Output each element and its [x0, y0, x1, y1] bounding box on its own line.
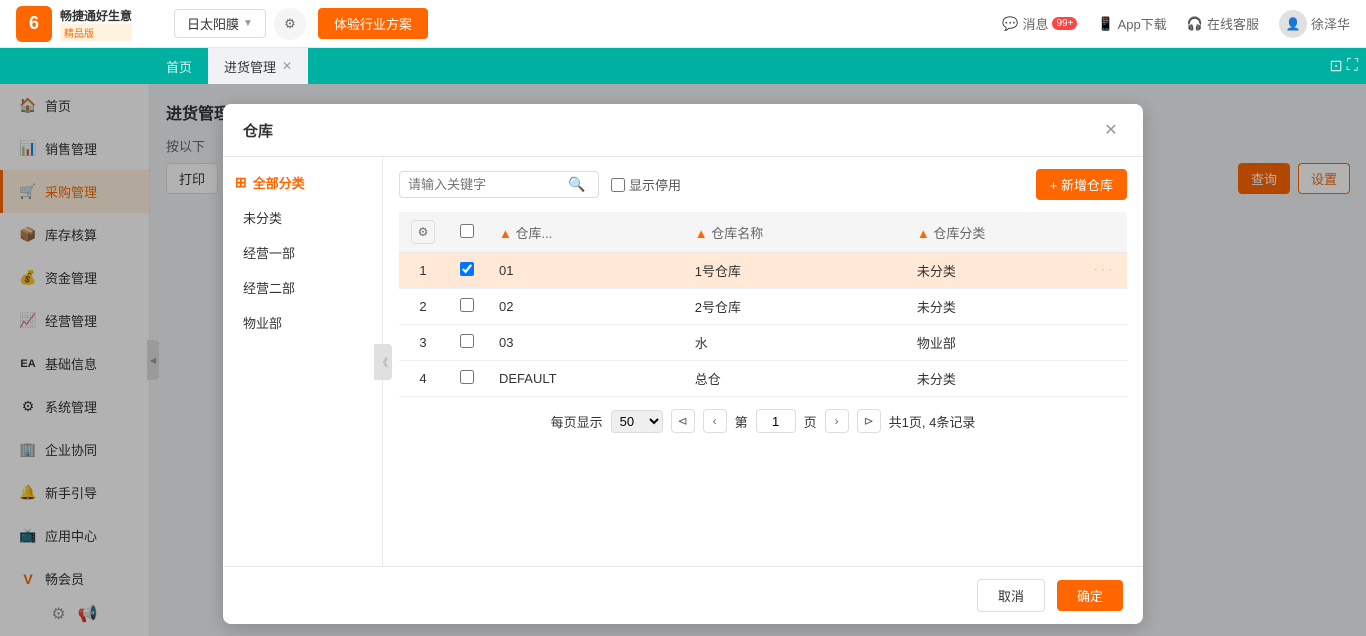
row-checkbox-cell[interactable]: [447, 253, 487, 289]
grid-icon: ⊞: [235, 174, 247, 191]
category-sidebar: ⊞ 全部分类 未分类 经营一部 经营二部 物业部 《: [223, 157, 383, 566]
row-category: 物业部: [905, 325, 1127, 361]
app-download-button[interactable]: 📱 App下载: [1097, 14, 1166, 33]
row-checkbox[interactable]: [460, 334, 474, 348]
settings-icon[interactable]: ⚙: [274, 8, 306, 40]
next-page-button[interactable]: ›: [825, 409, 849, 433]
table-toolbar: 🔍 显示停用 + 新增仓库: [399, 169, 1127, 200]
customer-service-button[interactable]: 🎧 在线客服: [1187, 14, 1259, 33]
message-icon: 💬: [1002, 16, 1018, 32]
close-icon[interactable]: ✕: [282, 59, 292, 73]
search-icon[interactable]: 🔍: [568, 176, 585, 193]
top-header: 6 畅捷通好生意 精品版 日太阳膜 ▼ ⚙ 体验行业方案 💬 消息 99+ 📱 …: [0, 0, 1366, 48]
confirm-button[interactable]: 确定: [1057, 580, 1123, 611]
show-disabled-checkbox-area: 显示停用: [611, 175, 681, 194]
logo-text: 畅捷通好生意 精品版: [60, 7, 132, 41]
category-item-1[interactable]: 经营一部: [223, 235, 382, 270]
row-category: 未分类: [905, 289, 1127, 325]
row-index: 1: [399, 253, 447, 289]
expand-icon[interactable]: ⛶: [1347, 57, 1358, 75]
all-categories-item[interactable]: ⊞ 全部分类: [223, 165, 382, 200]
chevron-left-icon: 《: [378, 354, 388, 369]
row-name: 2号仓库: [683, 289, 905, 325]
phone-icon: 📱: [1097, 16, 1113, 32]
tab-purchase[interactable]: 进货管理 ✕: [208, 48, 308, 84]
checkbox-col-header: [447, 212, 487, 253]
logo-area: 6 畅捷通好生意 精品版: [16, 6, 166, 42]
category-item-2[interactable]: 经营二部: [223, 270, 382, 305]
restore-icon[interactable]: ⊡: [1329, 56, 1342, 76]
avatar: 👤: [1279, 10, 1307, 38]
warehouse-modal: 仓库 ✕ ⊞ 全部分类 未分类 经营一部 经营二部 物业部 《: [223, 104, 1143, 624]
modal-title: 仓库: [243, 120, 273, 141]
chevron-down-icon: ▼: [243, 18, 253, 29]
show-disabled-checkbox[interactable]: [611, 178, 625, 192]
sort-icon: ▲: [499, 226, 512, 241]
row-code: DEFAULT: [487, 361, 683, 397]
row-checkbox-cell[interactable]: [447, 325, 487, 361]
add-warehouse-button[interactable]: + 新增仓库: [1036, 169, 1127, 200]
row-checkbox[interactable]: [460, 262, 474, 276]
row-checkbox[interactable]: [460, 370, 474, 384]
row-category: 未分类 ···: [905, 253, 1127, 289]
row-checkbox[interactable]: [460, 298, 474, 312]
row-name: 总仓: [683, 361, 905, 397]
category-item-3[interactable]: 物业部: [223, 305, 382, 340]
table-row[interactable]: 4 DEFAULT 总仓 未分类: [399, 361, 1127, 397]
last-page-button[interactable]: ⊳: [857, 409, 881, 433]
table-row[interactable]: 3 03 水 物业部: [399, 325, 1127, 361]
warehouse-table: ⚙ ▲ 仓库... ▲ 仓库名称: [399, 212, 1127, 397]
first-page-button[interactable]: ⊲: [671, 409, 695, 433]
messages-button[interactable]: 💬 消息 99+: [1002, 14, 1077, 33]
row-name: 1号仓库: [683, 253, 905, 289]
row-checkbox-cell[interactable]: [447, 289, 487, 325]
sort-icon-name: ▲: [695, 226, 708, 241]
column-settings-button[interactable]: ⚙: [411, 220, 435, 244]
headset-icon: 🎧: [1187, 16, 1203, 32]
category-col-header: ▲ 仓库分类: [905, 212, 1127, 253]
message-badge: 99+: [1052, 17, 1077, 30]
page-input[interactable]: [756, 409, 796, 433]
row-code: 01: [487, 253, 683, 289]
row-index: 3: [399, 325, 447, 361]
row-index: 4: [399, 361, 447, 397]
table-row[interactable]: 2 02 2号仓库 未分类: [399, 289, 1127, 325]
search-box: 🔍: [399, 171, 599, 198]
name-col-header: ▲ 仓库名称: [683, 212, 905, 253]
select-all-checkbox[interactable]: [460, 224, 474, 238]
code-col-header: ▲ 仓库...: [487, 212, 683, 253]
modal-close-button[interactable]: ✕: [1099, 118, 1123, 142]
row-category: 未分类: [905, 361, 1127, 397]
row-code: 03: [487, 325, 683, 361]
trial-button[interactable]: 体验行业方案: [318, 8, 428, 39]
modal-header: 仓库 ✕: [223, 104, 1143, 157]
modal-overlay: 仓库 ✕ ⊞ 全部分类 未分类 经营一部 经营二部 物业部 《: [0, 84, 1366, 636]
category-collapse-button[interactable]: 《: [374, 344, 392, 380]
tab-home[interactable]: 首页: [150, 48, 208, 84]
table-row[interactable]: 1 01 1号仓库 未分类 ···: [399, 253, 1127, 289]
prev-page-button[interactable]: ‹: [703, 409, 727, 433]
settings-col-header: ⚙: [399, 212, 447, 253]
modal-footer: 取消 确定: [223, 566, 1143, 624]
sort-icon-cat: ▲: [917, 226, 930, 241]
row-index: 2: [399, 289, 447, 325]
page-size-select[interactable]: 50 100: [611, 410, 663, 433]
cancel-button[interactable]: 取消: [977, 579, 1045, 612]
row-actions-menu[interactable]: ···: [1093, 261, 1115, 279]
store-selector[interactable]: 日太阳膜 ▼: [174, 9, 266, 38]
row-code: 02: [487, 289, 683, 325]
nav-tabs: 首页 进货管理 ✕ ⊡ ⛶: [0, 48, 1366, 84]
search-input[interactable]: [408, 177, 568, 192]
row-name: 水: [683, 325, 905, 361]
table-area: 🔍 显示停用 + 新增仓库 ⚙: [383, 157, 1143, 566]
row-checkbox-cell[interactable]: [447, 361, 487, 397]
pagination: 每页显示 50 100 ⊲ ‹ 第 页 › ⊳ 共1页, 4条记录: [399, 397, 1127, 437]
modal-body: ⊞ 全部分类 未分类 经营一部 经营二部 物业部 《 🔍: [223, 157, 1143, 566]
category-item-0[interactable]: 未分类: [223, 200, 382, 235]
user-menu[interactable]: 👤 徐泽华: [1279, 10, 1350, 38]
header-right: 💬 消息 99+ 📱 App下载 🎧 在线客服 👤 徐泽华: [1002, 10, 1350, 38]
logo-icon: 6: [16, 6, 52, 42]
